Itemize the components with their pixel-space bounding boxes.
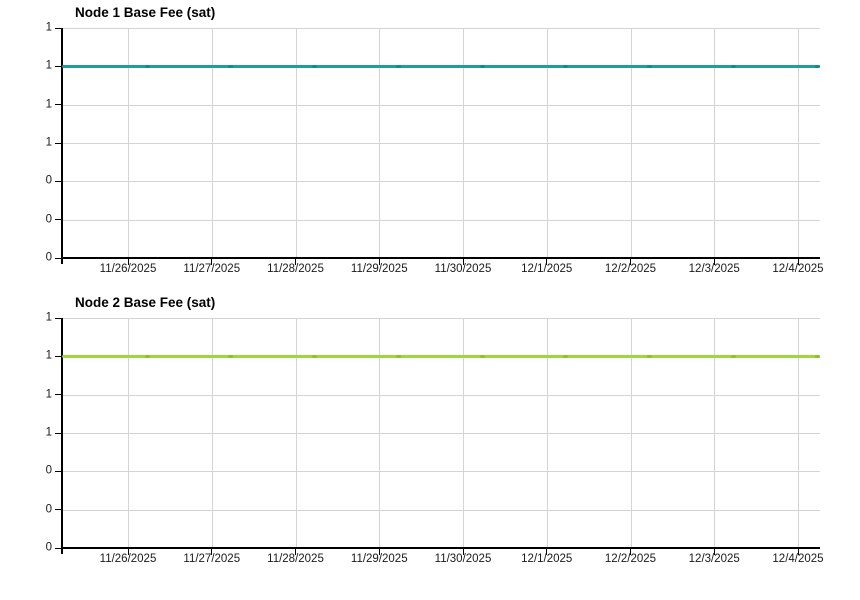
plot-area-node1: 1 1 1 1 0 0 0 11/26/2025 11/27/2025 11/28/2025 11/… [46,22,824,275]
fee-charts-dashboard: Node 1 Base Fee (sat) 1 1 1 1 0 0 0 11/26/2025 1… [0,0,860,600]
gridline-vertical [798,318,799,548]
y-tick-label: 0 [45,212,52,225]
x-tick-label: 11/28/2025 [267,263,324,275]
gridline-vertical [546,318,548,548]
y-tick-label: 1 [45,349,52,362]
x-tick-label: 11/29/2025 [350,553,408,565]
x-tick-label: 12/3/2025 [688,263,740,275]
gridline-vertical [295,28,297,258]
chart-title-node1: Node 1 Base Fee (sat) [75,5,216,20]
data-point-marker [647,64,652,68]
gridline-vertical [714,28,716,258]
gridline-horizontal [62,394,820,396]
series-line [62,354,820,358]
x-tick-label: 11/27/2025 [183,263,241,275]
data-point-marker [228,354,234,358]
data-point-marker [814,64,820,68]
data-point-marker [144,354,150,358]
data-point-marker [647,354,652,358]
gridline-vertical [379,318,381,548]
y-tick-label: 0 [45,464,52,477]
y-tick-label: 1 [45,426,52,439]
gridline-vertical [463,28,464,258]
gridline-vertical [798,28,799,258]
data-point-marker [479,64,485,68]
gridline-vertical [128,28,129,258]
y-tick-label: 1 [45,21,52,34]
gridline-horizontal [62,433,820,434]
gridline-horizontal [62,509,820,511]
gridline-vertical [128,318,129,548]
gridline-vertical [211,318,213,548]
y-tick-label: 1 [45,136,52,149]
data-point-marker [312,64,317,68]
x-tick-label: 11/26/2025 [99,263,157,275]
x-tick-label: 12/4/2025 [772,553,824,565]
chart-node2-base-fee: Node 2 Base Fee (sat) 1 1 1 1 0 0 0 11/26/2025 1… [0,290,860,580]
x-tick-label: 11/26/2025 [99,553,157,565]
gridline-horizontal [62,181,820,183]
gridline-vertical [211,28,213,258]
x-tick-label: 11/30/2025 [434,263,492,275]
gridline-vertical [714,318,716,548]
chart-title-node2: Node 2 Base Fee (sat) [75,295,216,310]
data-point-marker [395,354,401,358]
data-point-marker [730,354,736,358]
gridline-vertical [463,318,464,548]
y-tick-label: 0 [45,502,52,515]
x-tick-label: 12/2/2025 [604,553,657,565]
x-tick-label: 12/3/2025 [688,553,740,565]
data-point-marker [730,64,736,68]
y-axis-line [61,28,63,264]
gridline-vertical [630,28,632,258]
x-axis-line [62,257,820,259]
y-tick-label: 1 [45,97,52,110]
data-point-marker [563,64,569,68]
data-point-marker [395,64,401,68]
data-point-marker [563,354,569,358]
gridline-horizontal [62,28,820,29]
data-point-marker [144,64,150,68]
x-tick-label: 11/29/2025 [350,263,408,275]
y-tick-label: 0 [45,251,52,264]
chart-node1-base-fee: Node 1 Base Fee (sat) 1 1 1 1 0 0 0 11/26/2025 1… [0,0,860,290]
x-tick-label: 12/1/2025 [521,553,573,565]
gridline-horizontal [62,219,820,221]
x-axis-line [62,547,820,549]
gridline-vertical [295,318,297,548]
series-line [62,64,820,68]
x-tick-label: 12/4/2025 [772,263,824,275]
gridline-horizontal [62,143,820,144]
gridline-horizontal [62,318,820,319]
data-point-marker [479,354,485,358]
gridline-horizontal [62,471,820,473]
y-tick-label: 1 [45,311,52,324]
y-tick-label: 1 [45,387,52,400]
y-tick-label: 0 [45,541,52,554]
data-point-marker [312,354,317,358]
x-tick-label: 12/1/2025 [521,263,573,275]
gridline-vertical [546,28,548,258]
y-tick-label: 0 [45,174,52,187]
data-point-marker [228,64,234,68]
x-tick-label: 11/30/2025 [434,553,492,565]
data-point-marker [814,354,820,358]
plot-area-node2: 1 1 1 1 0 0 0 11/26/2025 11/27/2025 11/28/2025 11/… [46,312,824,565]
x-tick-label: 11/28/2025 [267,553,324,565]
y-axis-line [61,318,63,554]
x-tick-label: 11/27/2025 [183,553,241,565]
gridline-vertical [379,28,381,258]
gridline-horizontal [62,104,820,106]
x-tick-label: 12/2/2025 [604,263,657,275]
gridline-vertical [630,318,632,548]
y-tick-label: 1 [45,59,52,72]
